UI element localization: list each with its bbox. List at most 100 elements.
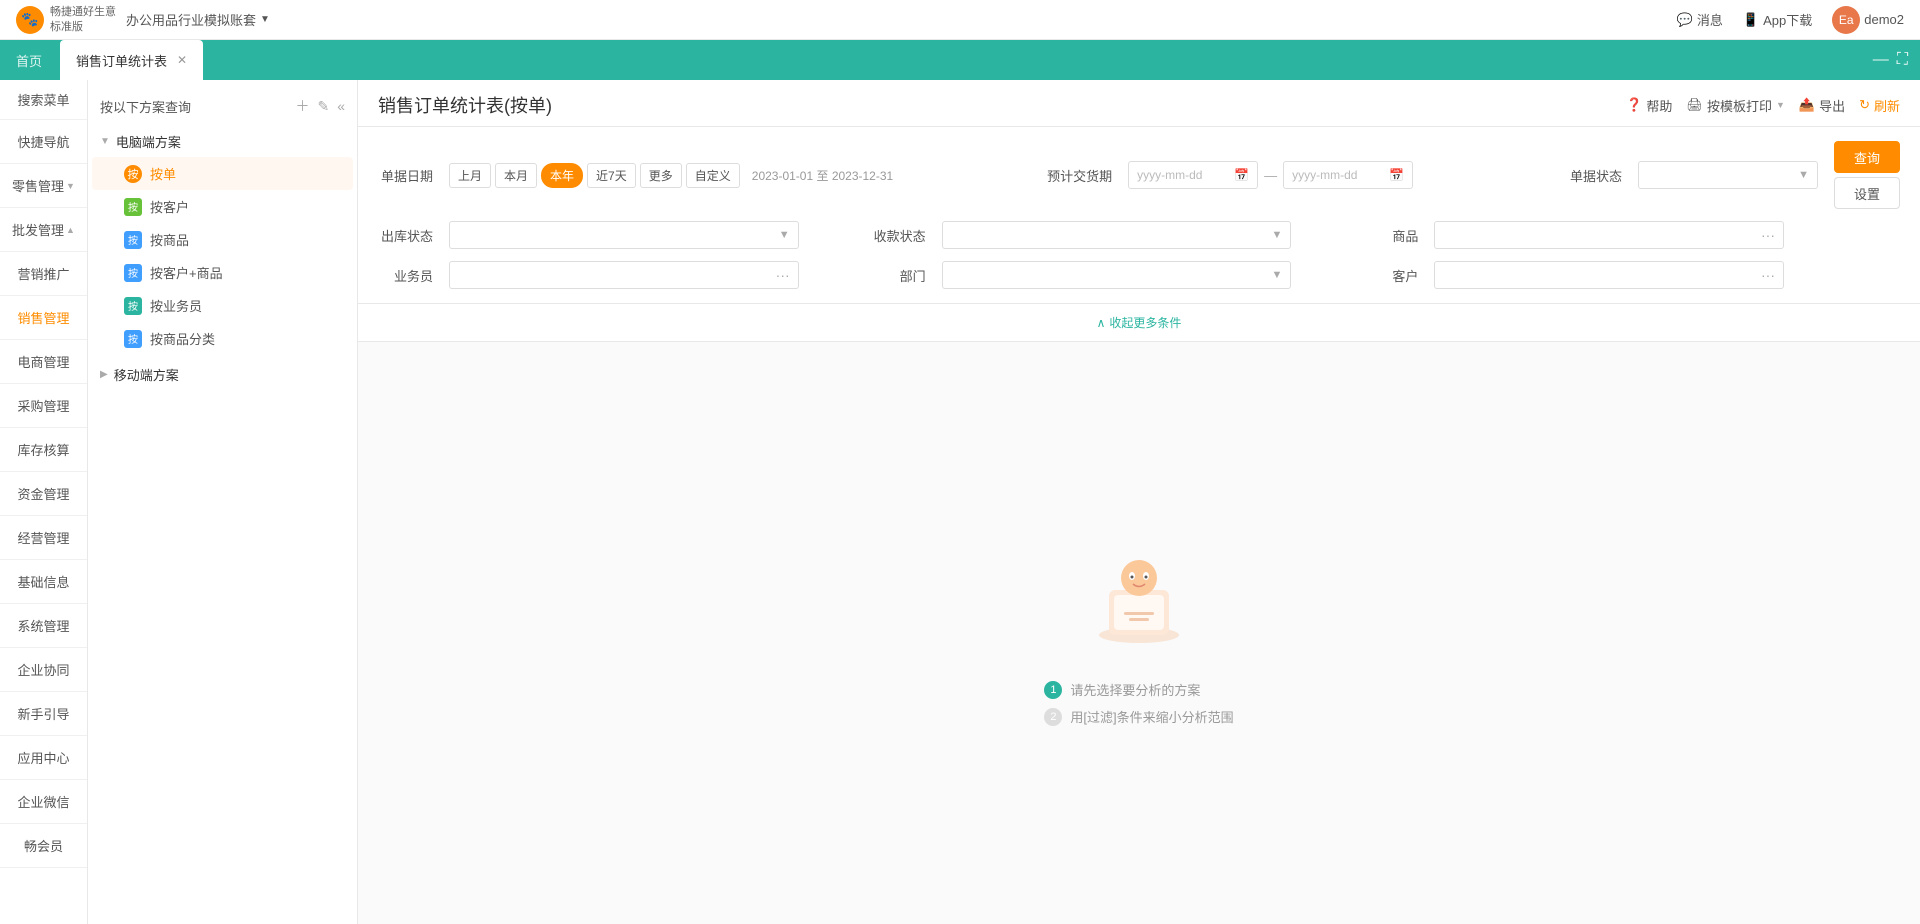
logo-text: 畅捷通好生意 标准版 [50,5,116,34]
export-btn[interactable]: 📤 导出 [1799,96,1845,115]
salesman-label: 业务员 [378,266,433,285]
customer-select[interactable]: ··· [1434,261,1784,289]
app-download-btn[interactable]: 📱 App下载 [1743,10,1812,29]
page-title: 销售订单统计表(按单) [378,92,552,118]
mobile-scheme-group: ▶ 移动端方案 [88,359,357,390]
collapse-bar[interactable]: ∧ 收起更多条件 [358,304,1920,342]
collapse-panel-btn[interactable]: « [337,98,345,114]
date-btn-last-month[interactable]: 上月 [449,163,491,188]
filter-area: 单据日期 上月 本月 本年 近7天 更多 自定义 2023-01-01 至 20… [358,127,1920,304]
sidebar-item-app-center[interactable]: 应用中心 [0,736,87,780]
window-maximize-btn[interactable]: ⛶ [1897,51,1908,69]
tab-home[interactable]: 首页 [0,40,58,80]
app-selector[interactable]: 办公用品行业模拟账套 ▼ [126,10,270,29]
tab-sales-order-stats[interactable]: 销售订单统计表 ✕ [60,40,203,80]
empty-state: 1 请先选择要分析的方案 2 用[过滤]条件来缩小分析范围 [358,342,1920,924]
sidebar: 搜索菜单 快捷导航 零售管理 ▼ 批发管理 ▲ 营销推广 销售管理 电商管理 采… [0,80,88,924]
date-range-text: 2023-01-01 至 2023-12-31 [752,167,893,184]
filter-row-3: 业务员 ··· 部门 ▼ 客户 ··· [378,261,1900,289]
bill-status-select[interactable]: ▼ [1638,161,1818,189]
pc-scheme-group: ▼ 电脑端方案 按 按单 按 按客户 按 按商品 按 按客户+商品 按 按业务员 [88,126,357,355]
sidebar-item-retail[interactable]: 零售管理 ▼ [0,164,87,208]
customer-dots-icon[interactable]: ··· [1761,267,1775,283]
date-btn-more[interactable]: 更多 [640,163,682,188]
salesman-select[interactable]: ··· [449,261,799,289]
help-btn[interactable]: ❓ 帮助 [1626,96,1672,115]
message-btn[interactable]: 💬 消息 [1677,10,1723,29]
refresh-icon: ↻ [1859,97,1870,113]
tip-num-2: 2 [1044,708,1062,726]
sidebar-item-quick-nav[interactable]: 快捷导航 [0,120,87,164]
chevron-down-icon: ▼ [260,14,270,25]
mobile-group-header[interactable]: ▶ 移动端方案 [88,359,357,390]
search-btn[interactable]: 查询 [1834,141,1900,173]
payment-status-label: 收款状态 [871,226,926,245]
sidebar-search[interactable]: 搜索菜单 [0,80,87,120]
print-arrow-icon: ▼ [1776,100,1785,110]
expected-date-input-group: yyyy-mm-dd 📅 — yyyy-mm-dd 📅 [1128,161,1413,189]
top-bar: 🐾 畅捷通好生意 标准版 办公用品行业模拟账套 ▼ 💬 消息 📱 App下载 E… [0,0,1920,40]
sidebar-item-wechat[interactable]: 企业微信 [0,780,87,824]
scheme-by-customer-goods[interactable]: 按 按客户+商品 [92,256,353,289]
sidebar-item-member[interactable]: 畅会员 [0,824,87,868]
help-icon: ❓ [1626,97,1642,113]
refresh-btn[interactable]: ↻ 刷新 [1859,96,1900,115]
scheme-by-order[interactable]: 按 按单 [92,157,353,190]
date-separator: — [1264,168,1277,183]
filter-row-1: 单据日期 上月 本月 本年 近7天 更多 自定义 2023-01-01 至 20… [378,141,1900,209]
sidebar-item-finance[interactable]: 资金管理 [0,472,87,516]
expected-date-start[interactable]: yyyy-mm-dd 📅 [1128,161,1258,189]
sidebar-item-basic-info[interactable]: 基础信息 [0,560,87,604]
page-actions: ❓ 帮助 🖨 按模板打印 ▼ 📤 导出 ↻ 刷新 [1626,96,1900,115]
sidebar-item-purchase[interactable]: 采购管理 [0,384,87,428]
page-title-bar: 销售订单统计表(按单) ❓ 帮助 🖨 按模板打印 ▼ 📤 导出 ↻ 刷新 [358,80,1920,127]
goods-select[interactable]: ··· [1434,221,1784,249]
sidebar-item-wholesale[interactable]: 批发管理 ▲ [0,208,87,252]
sidebar-item-enterprise[interactable]: 企业协同 [0,648,87,692]
edit-scheme-btn[interactable]: ✎ [317,98,329,115]
sidebar-item-guide[interactable]: 新手引导 [0,692,87,736]
delivery-status-select[interactable]: ▼ [449,221,799,249]
scheme-by-customer[interactable]: 按 按客户 [92,190,353,223]
scheme-by-salesman[interactable]: 按 按业务员 [92,289,353,322]
tab-close-icon[interactable]: ✕ [177,53,187,67]
date-btn-this-month[interactable]: 本月 [495,163,537,188]
top-bar-left: 🐾 畅捷通好生意 标准版 办公用品行业模拟账套 ▼ [16,5,270,34]
scheme-by-goods-category[interactable]: 按 按商品分类 [92,322,353,355]
sidebar-item-ecommerce[interactable]: 电商管理 [0,340,87,384]
scheme-icon-order: 按 [124,165,142,183]
print-icon: 🖨 [1686,97,1703,113]
scheme-icon-goods: 按 [124,231,142,249]
chevron-up-icon: ▲ [66,225,75,235]
payment-status-select[interactable]: ▼ [942,221,1292,249]
empty-tips: 1 请先选择要分析的方案 2 用[过滤]条件来缩小分析范围 [1044,680,1233,726]
user-profile[interactable]: Ea demo2 [1832,6,1904,34]
panel-header: 按以下方案查询 ＋ ✎ « [88,90,357,126]
date-btn-custom[interactable]: 自定义 [686,163,740,188]
chevron-down-icon: ▼ [66,181,75,191]
scheme-by-goods[interactable]: 按 按商品 [92,223,353,256]
sidebar-item-sales[interactable]: 销售管理 [0,296,87,340]
expected-date-end[interactable]: yyyy-mm-dd 📅 [1283,161,1413,189]
dept-select[interactable]: ▼ [942,261,1292,289]
date-btn-7days[interactable]: 近7天 [587,163,636,188]
tip-num-1: 1 [1044,681,1062,699]
add-scheme-btn[interactable]: ＋ [295,96,309,116]
sidebar-item-system[interactable]: 系统管理 [0,604,87,648]
empty-tip-1: 1 请先选择要分析的方案 [1044,680,1233,699]
date-btn-this-year[interactable]: 本年 [541,163,583,188]
dept-label: 部门 [871,266,926,285]
window-minimize-btn[interactable]: — [1873,51,1889,69]
pc-group-header[interactable]: ▼ 电脑端方案 [88,126,357,157]
sidebar-item-operations[interactable]: 经营管理 [0,516,87,560]
calendar-icon: 📅 [1234,168,1249,182]
settings-btn[interactable]: 设置 [1834,177,1900,209]
print-btn[interactable]: 🖨 按模板打印 ▼ [1686,96,1784,115]
goods-label: 商品 [1363,226,1418,245]
bill-status-arrow-icon: ▼ [1798,169,1809,181]
message-icon: 💬 [1677,12,1693,28]
sidebar-item-inventory[interactable]: 库存核算 [0,428,87,472]
salesman-dots-icon[interactable]: ··· [776,267,790,283]
sidebar-item-marketing[interactable]: 营销推广 [0,252,87,296]
goods-dots-icon[interactable]: ··· [1761,227,1775,243]
